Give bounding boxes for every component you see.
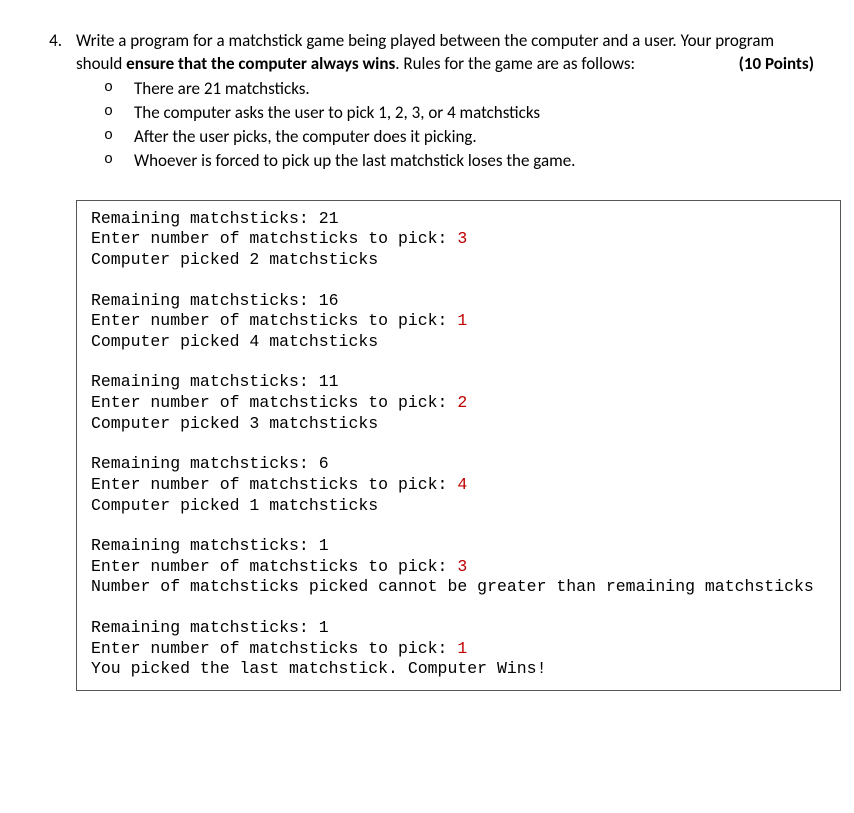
prompt-line: Enter number of matchsticks to pick: 1 [91, 311, 826, 332]
result-line: Computer picked 4 matchsticks [91, 332, 826, 353]
user-input: 1 [457, 639, 467, 658]
result-line: Computer picked 1 matchsticks [91, 496, 826, 517]
bullet-marker: o [104, 150, 116, 173]
bullet-marker: o [104, 126, 116, 149]
bullet-item: o The computer asks the user to pick 1, … [104, 102, 814, 125]
prompt-line: Enter number of matchsticks to pick: 1 [91, 639, 826, 660]
output-block: Remaining matchsticks: 6 Enter number of… [91, 454, 826, 516]
output-block: Remaining matchsticks: 1 Enter number of… [91, 618, 826, 680]
question-body: Write a program for a matchstick game be… [76, 30, 814, 174]
output-block: Remaining matchsticks: 11 Enter number o… [91, 372, 826, 434]
prompt-line: Enter number of matchsticks to pick: 4 [91, 475, 826, 496]
remaining-line: Remaining matchsticks: 1 [91, 618, 826, 639]
bullet-text: The computer asks the user to pick 1, 2,… [134, 102, 540, 125]
output-block: Remaining matchsticks: 21 Enter number o… [91, 209, 826, 271]
bullet-list: o There are 21 matchsticks. o The comput… [76, 78, 814, 173]
prompt-line: Enter number of matchsticks to pick: 3 [91, 557, 826, 578]
bullet-item: o Whoever is forced to pick up the last … [104, 150, 814, 173]
result-line: You picked the last matchstick. Computer… [91, 659, 826, 680]
user-input: 4 [457, 475, 467, 494]
bullet-item: o After the user picks, the computer doe… [104, 126, 814, 149]
question-intro: Write a program for a matchstick game be… [76, 30, 814, 76]
prompt-line: Enter number of matchsticks to pick: 2 [91, 393, 826, 414]
output-block: Remaining matchsticks: 16 Enter number o… [91, 291, 826, 353]
question-number: 4. [40, 30, 62, 174]
remaining-line: Remaining matchsticks: 11 [91, 372, 826, 393]
output-block: Remaining matchsticks: 1 Enter number of… [91, 536, 826, 598]
remaining-line: Remaining matchsticks: 21 [91, 209, 826, 230]
result-line: Number of matchsticks picked cannot be g… [91, 577, 826, 598]
points-label: (10 Points) [739, 53, 814, 76]
remaining-line: Remaining matchsticks: 1 [91, 536, 826, 557]
bullet-text: There are 21 matchsticks. [134, 78, 310, 101]
bullet-text: Whoever is forced to pick up the last ma… [134, 150, 575, 173]
intro-text-bold: ensure that the computer always wins [126, 53, 395, 74]
question-container: 4. Write a program for a matchstick game… [40, 30, 814, 174]
bullet-marker: o [104, 102, 116, 125]
result-line: Computer picked 2 matchsticks [91, 250, 826, 271]
bullet-text: After the user picks, the computer does … [134, 126, 477, 149]
user-input: 3 [457, 557, 467, 576]
intro-text-part2: . Rules for the game are as follows: [395, 53, 635, 74]
prompt-line: Enter number of matchsticks to pick: 3 [91, 229, 826, 250]
bullet-item: o There are 21 matchsticks. [104, 78, 814, 101]
program-output-box: Remaining matchsticks: 21 Enter number o… [76, 200, 841, 691]
remaining-line: Remaining matchsticks: 16 [91, 291, 826, 312]
bullet-marker: o [104, 78, 116, 101]
user-input: 3 [457, 229, 467, 248]
user-input: 2 [457, 393, 467, 412]
result-line: Computer picked 3 matchsticks [91, 414, 826, 435]
remaining-line: Remaining matchsticks: 6 [91, 454, 826, 475]
user-input: 1 [457, 311, 467, 330]
